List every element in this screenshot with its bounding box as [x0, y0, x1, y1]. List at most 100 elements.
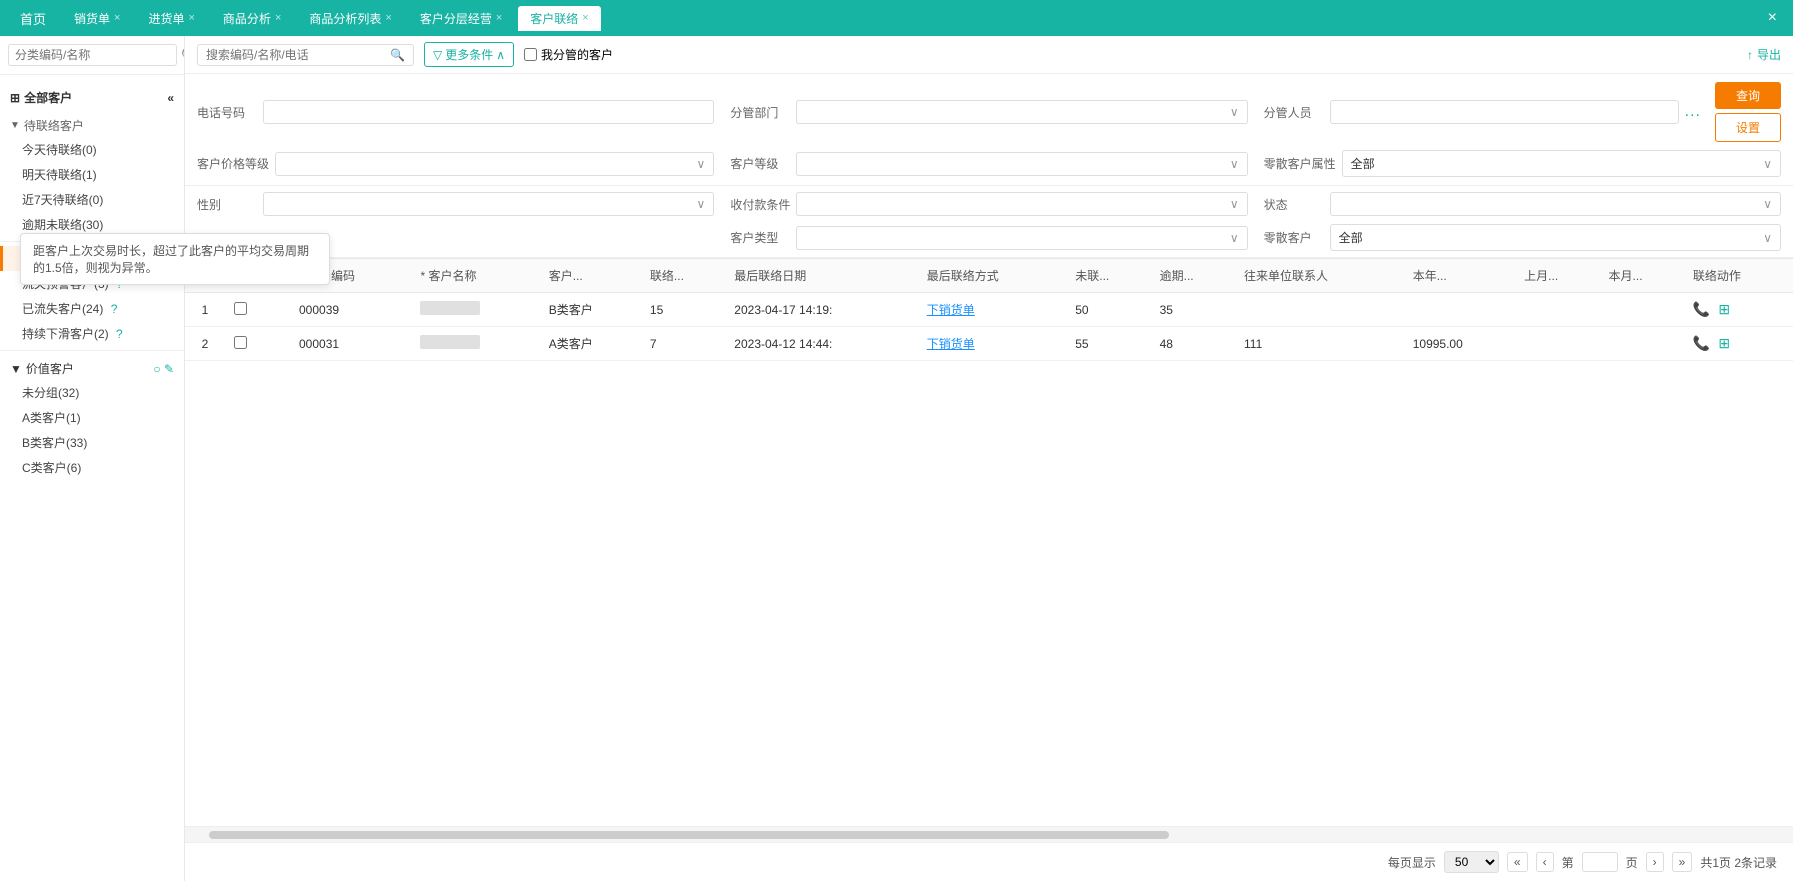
chevron-down-icon: ∨ [1763, 157, 1772, 171]
nav-tab-home[interactable]: 首页 [8, 5, 58, 32]
col-header-this-month: 本月... [1601, 259, 1685, 293]
col-header-last-month: 上月... [1516, 259, 1600, 293]
pagination-bar: 每页显示 50 100 « ‹ 第 1 页 › » 共1页 2条记录 [185, 842, 1793, 881]
chevron-down-icon: ∨ [1230, 105, 1239, 119]
table-row: 2 000031 A类客户 7 2023-04-12 14:44: 下销货单 5… [185, 327, 1793, 361]
page-number-input[interactable]: 1 [1582, 852, 1618, 872]
close-icon[interactable]: × [582, 12, 588, 24]
nav-tab-customer-contact[interactable]: 客户联络 × [518, 6, 600, 31]
grid-icon: ⊞ [10, 91, 20, 105]
chevron-down-icon: ∨ [1763, 231, 1772, 245]
close-icon[interactable]: × [275, 12, 281, 24]
next-page-button[interactable]: › [1646, 852, 1664, 872]
row-checkbox[interactable] [225, 327, 255, 361]
customer-level-select[interactable]: ∨ [796, 152, 1247, 176]
sidebar-item-7days[interactable]: 近7天待联络(0) [0, 187, 184, 212]
row-select-checkbox[interactable] [234, 302, 247, 315]
data-table-area: ⚙ * 客户编码 * 客户名称 客户... 联络... 最后联络日期 最后联络方… [185, 258, 1793, 826]
nav-tab-purchase[interactable]: 进货单 × [136, 6, 206, 31]
row-checkbox[interactable] [225, 293, 255, 327]
nav-tab-customer-segment[interactable]: 客户分层经营 × [408, 6, 514, 31]
person-input[interactable] [1330, 100, 1679, 124]
collapse-icon[interactable]: « [167, 91, 174, 105]
row-overdue: 48 [1152, 327, 1236, 361]
sidebar-item-ungrouped[interactable]: 未分组(32) [0, 380, 184, 405]
row-settings [255, 327, 291, 361]
retail-attr-select[interactable]: 全部 ∨ [1342, 150, 1781, 177]
status-select[interactable]: ∨ [1330, 192, 1781, 216]
close-icon[interactable]: × [496, 12, 502, 24]
first-page-button[interactable]: « [1507, 852, 1528, 872]
sidebar-item-b-class[interactable]: B类客户(33) [0, 430, 184, 455]
dept-select[interactable]: ∨ [796, 100, 1247, 124]
row-last-month [1516, 293, 1600, 327]
close-icon[interactable]: × [114, 12, 120, 24]
main-search-input[interactable] [206, 48, 386, 62]
sidebar-search-input[interactable] [8, 44, 177, 66]
retail-customer-select[interactable]: 全部 ∨ [1330, 224, 1781, 251]
sidebar-group-pending[interactable]: ▼ 待联络客户 [0, 112, 184, 137]
chevron-down-icon: ∨ [697, 197, 706, 211]
sidebar-item-declining[interactable]: 持续下滑客户(2) ? [0, 321, 184, 346]
person-filter: 分管人员 ... 查询 设置 [1264, 82, 1781, 142]
call-icon[interactable]: 📞 [1693, 335, 1710, 352]
row-unit-contacts: 111 [1236, 327, 1405, 361]
call-icon[interactable]: 📞 [1693, 301, 1710, 318]
row-overdue: 35 [1152, 293, 1236, 327]
gender-select[interactable]: ∨ [263, 192, 714, 216]
sidebar-item-c-class[interactable]: C类客户(6) [0, 455, 184, 480]
customer-type-select[interactable]: ∨ [796, 226, 1247, 250]
horizontal-scrollbar[interactable] [185, 826, 1793, 842]
col-header-last-date: 最后联络日期 [726, 259, 918, 293]
sidebar-item-today[interactable]: 今天待联络(0) [0, 137, 184, 162]
col-header-last-method: 最后联络方式 [919, 259, 1067, 293]
sidebar-group-value[interactable]: ▼ 价值客户 ○ ✎ [0, 355, 184, 380]
content-area: 距客户上次交易时长，超过了此客户的平均交易周期的1.5倍，则视为异常。 🔍 ▽ … [185, 36, 1793, 881]
grid-action-icon[interactable]: ⊞ [1718, 301, 1730, 318]
my-customers-checkbox[interactable]: 我分管的客户 [524, 46, 613, 63]
nav-tab-product-list[interactable]: 商品分析列表 × [297, 6, 403, 31]
phone-input[interactable] [263, 100, 714, 124]
col-header-uncontacted: 未联... [1067, 259, 1151, 293]
col-header-current-year: 本年... [1405, 259, 1516, 293]
last-page-button[interactable]: » [1672, 852, 1693, 872]
nav-tab-sales[interactable]: 销货单 × [62, 6, 132, 31]
nav-tab-product-analysis[interactable]: 商品分析 × [211, 6, 293, 31]
more-conditions-button[interactable]: ▽ 更多条件 ∧ [424, 42, 514, 67]
grid-action-icon[interactable]: ⊞ [1718, 335, 1730, 352]
close-icon[interactable]: × [385, 12, 391, 24]
my-customers-check[interactable] [524, 48, 537, 61]
col-header-name: * 客户名称 [412, 259, 540, 293]
dept-filter: 分管部门 ∨ [730, 82, 1247, 142]
sidebar: 🔍 ⊞ 全部客户 « ▼ 待联络客户 今天待联络(0) 明天待联络(1) 近7天… [0, 36, 185, 881]
settings-button[interactable]: 设置 [1715, 113, 1781, 142]
export-icon: ↑ [1747, 48, 1753, 62]
sidebar-item-lost[interactable]: 已流失客户(24) ? [0, 296, 184, 321]
prev-page-button[interactable]: ‹ [1536, 852, 1554, 872]
row-settings [255, 293, 291, 327]
price-level-select[interactable]: ∨ [275, 152, 714, 176]
scroll-thumb[interactable] [209, 831, 1169, 839]
query-button[interactable]: 查询 [1715, 82, 1781, 109]
page-size-select[interactable]: 50 100 [1444, 851, 1499, 873]
chevron-down-icon: ∨ [697, 157, 706, 171]
sidebar-item-a-class[interactable]: A类客户(1) [0, 405, 184, 430]
table-row: 1 000039 B类客户 15 2023-04-17 14:19: 下销货单 … [185, 293, 1793, 327]
advanced-filters-row2: 性别 ∨ 收付款条件 ∨ 状态 ∨ [185, 186, 1793, 258]
all-customers-header[interactable]: ⊞ 全部客户 « [0, 83, 184, 112]
sidebar-item-tomorrow[interactable]: 明天待联络(1) [0, 162, 184, 187]
window-close-button[interactable]: × [1760, 9, 1785, 27]
payment-select[interactable]: ∨ [796, 192, 1247, 216]
row-last-date: 2023-04-17 14:19: [726, 293, 918, 327]
search-icon[interactable]: 🔍 [390, 48, 405, 62]
close-icon[interactable]: × [188, 12, 194, 24]
edit-icon[interactable]: ○ ✎ [153, 362, 174, 376]
row-code: 000031 [291, 327, 412, 361]
row-select-checkbox[interactable] [234, 336, 247, 349]
customer-type-filter: 客户类型 ∨ [730, 224, 1247, 251]
row-name [412, 327, 540, 361]
export-button[interactable]: ↑ 导出 [1747, 46, 1781, 63]
col-header-level: 客户... [541, 259, 642, 293]
person-dots[interactable]: ... [1685, 103, 1701, 121]
row-current-year [1405, 293, 1516, 327]
